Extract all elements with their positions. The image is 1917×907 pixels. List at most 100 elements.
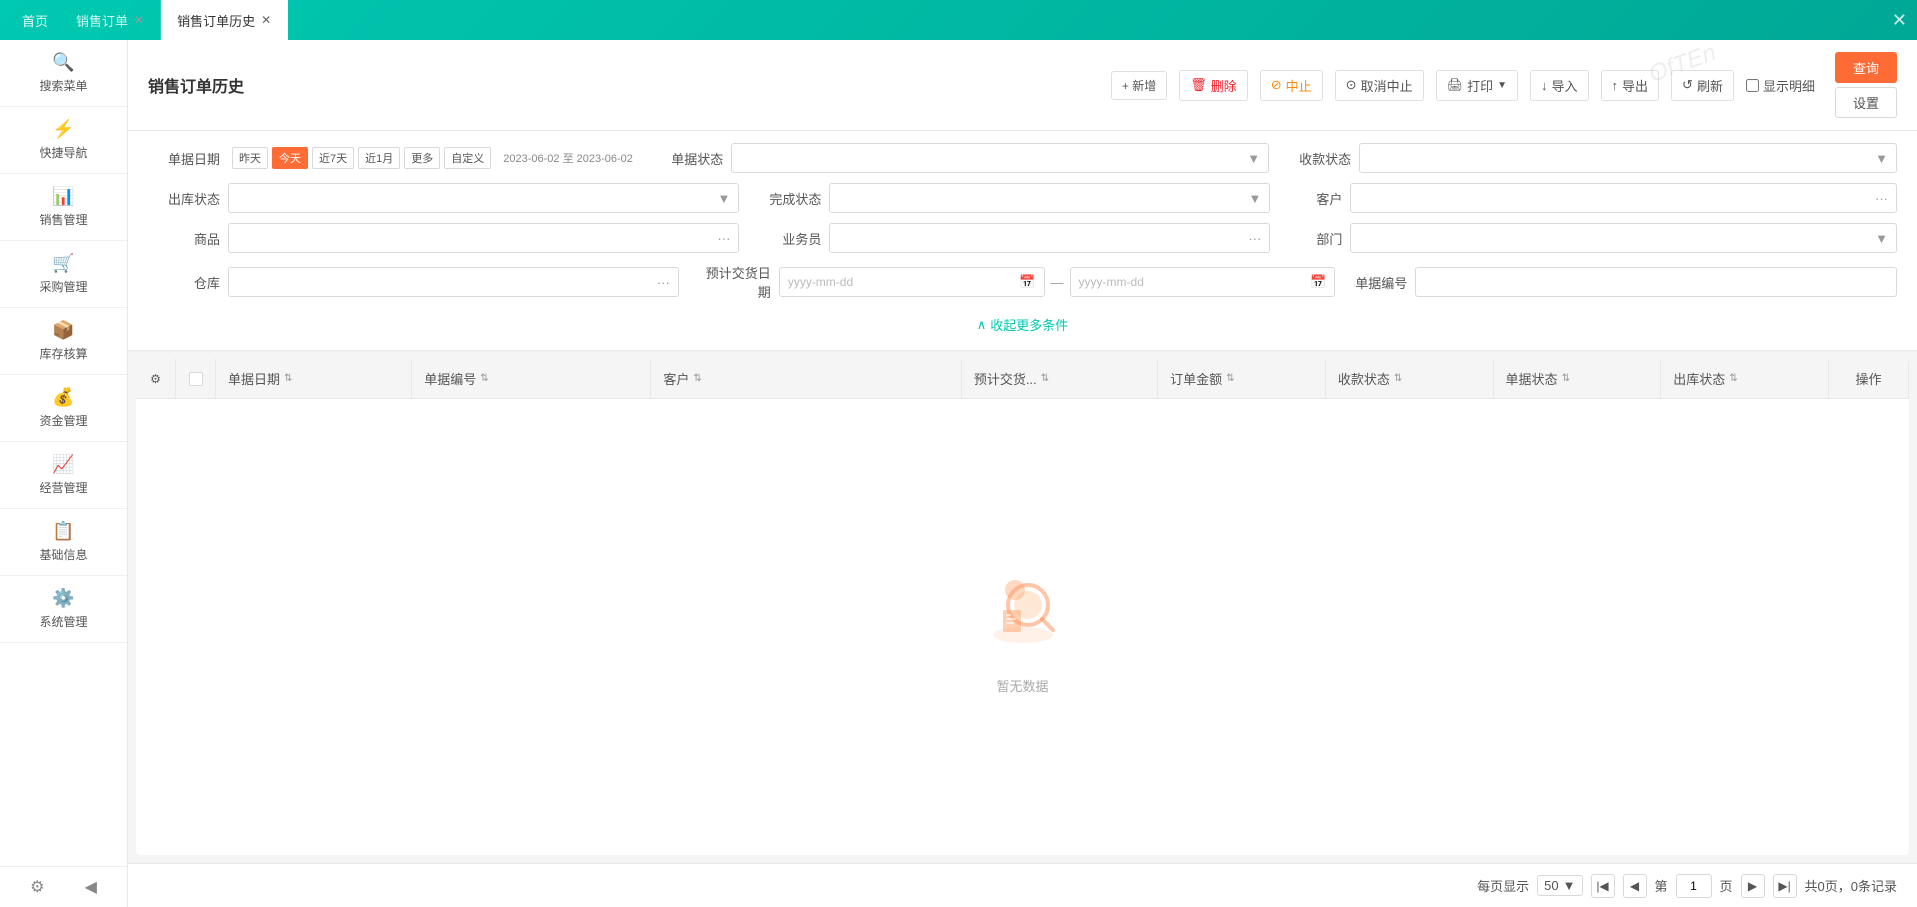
main-layout: 🔍 搜索菜单 ⚡ 快捷导航 📊 销售管理 🛒 采购管理 📦 库存核算 💰 资金管… (0, 40, 1917, 907)
btn-1month[interactable]: 近1月 (358, 147, 400, 169)
date-range-text: 2023-06-02 至 2023-06-02 (503, 150, 633, 166)
tab-sales-order[interactable]: 销售订单 ✕ (60, 0, 161, 40)
out-status-chevron-icon: ▼ (718, 191, 731, 206)
complete-status-chevron-icon: ▼ (1248, 191, 1261, 206)
sidebar-item-search[interactable]: 🔍 搜索菜单 (0, 40, 127, 107)
sidebar-item-purchase[interactable]: 🛒 采购管理 (0, 241, 127, 308)
customer-dots-icon[interactable]: ··· (1875, 191, 1888, 206)
th-client[interactable]: 客户 ⇅ (651, 359, 961, 398)
th-checkbox[interactable] (176, 359, 216, 398)
payment-status-select[interactable]: ▼ (1359, 143, 1897, 173)
th-out-status[interactable]: 出库状态 ⇅ (1661, 359, 1829, 398)
th-num[interactable]: 单据编号 ⇅ (412, 359, 651, 398)
warehouse-dots-icon[interactable]: ··· (657, 275, 670, 290)
th-delivery[interactable]: 预计交货... ⇅ (962, 359, 1158, 398)
delivery-date2-placeholder: yyyy-mm-dd (1079, 275, 1311, 289)
last-page-button[interactable]: ▶| (1773, 874, 1797, 898)
th-date[interactable]: 单据日期 ⇅ (216, 359, 412, 398)
sort-delivery-icon: ⇅ (1041, 373, 1049, 384)
window-close-button[interactable]: ✕ (1892, 10, 1907, 31)
sidebar-item-inventory[interactable]: 📦 库存核算 (0, 308, 127, 375)
tab-close-history[interactable]: ✕ (261, 13, 271, 27)
sort-doc-icon: ⇅ (1562, 373, 1570, 384)
calendar2-icon[interactable]: 📅 (1310, 274, 1326, 290)
btn-yesterday[interactable]: 昨天 (232, 147, 268, 169)
btn-more[interactable]: 更多 (404, 147, 440, 169)
th-amount[interactable]: 订单金额 ⇅ (1158, 359, 1326, 398)
refresh-button[interactable]: ↺ 刷新 (1671, 70, 1734, 101)
sidebar-item-sales[interactable]: 📊 销售管理 (0, 174, 127, 241)
first-page-button[interactable]: |◀ (1591, 874, 1615, 898)
page-header: 销售订单历史 + 新增 🗑 删除 ⊘ 中止 ⊙ 取消中止 🖨 打印 ▼ ↓ 导入 (128, 40, 1917, 131)
dept-select[interactable]: ▼ (1350, 223, 1897, 253)
tab-home[interactable]: 首页 (10, 11, 60, 30)
out-status-label: 出库状态 (148, 189, 228, 208)
doc-status-label: 单据状态 (661, 149, 731, 168)
sales-icon: 📊 (52, 186, 74, 207)
sidebar-item-operations[interactable]: 📈 经营管理 (0, 442, 127, 509)
pagination: 每页显示 50 ▼ |◀ ◀ 第 页 ▶ ▶| 共0页，0条记录 (128, 863, 1917, 907)
sidebar-item-basic-info[interactable]: 📋 基础信息 (0, 509, 127, 576)
salesman-dots-icon[interactable]: ··· (1248, 231, 1261, 246)
new-button[interactable]: + 新增 (1111, 71, 1167, 100)
sidebar-bottom: ⚙ ◀ (0, 866, 127, 907)
empty-state: 暂无数据 (136, 399, 1909, 855)
display-toggle[interactable]: 显示明细 (1746, 76, 1815, 95)
print-chevron-icon: ▼ (1497, 80, 1507, 91)
import-button[interactable]: ↓ 导入 (1530, 70, 1589, 101)
sidebar-item-finance[interactable]: 💰 资金管理 (0, 375, 127, 442)
import-icon: ↓ (1541, 78, 1548, 93)
sort-date-icon: ⇅ (284, 373, 292, 384)
header-checkbox[interactable] (189, 372, 203, 386)
print-icon: 🖨 (1447, 77, 1464, 93)
export-button[interactable]: ↑ 导出 (1601, 70, 1660, 101)
warehouse-label: 仓库 (148, 273, 228, 292)
dept-chevron-icon: ▼ (1875, 231, 1888, 246)
calendar1-icon[interactable]: 📅 (1019, 274, 1035, 290)
btn-7days[interactable]: 近7天 (312, 147, 354, 169)
sidebar-collapse-icon[interactable]: ◀ (85, 877, 97, 897)
next-page-button[interactable]: ▶ (1741, 874, 1765, 898)
inventory-icon: 📦 (52, 320, 74, 341)
btn-today[interactable]: 今天 (272, 147, 308, 169)
table-area: ⚙ 单据日期 ⇅ 单据编号 ⇅ 客户 ⇅ 预计交货... (136, 359, 1909, 855)
sidebar-item-system[interactable]: ⚙️ 系统管理 (0, 576, 127, 643)
complete-status-select[interactable]: ▼ (829, 183, 1270, 213)
collapse-btn[interactable]: ∧ 收起更多条件 (148, 311, 1897, 338)
filter-row-1: 单据日期 昨天 今天 近7天 近1月 更多 自定义 2023-06-02 至 2… (148, 143, 1897, 173)
tab-sales-order-history[interactable]: 销售订单历史 ✕ (161, 0, 288, 40)
per-page-select[interactable]: 50 ▼ (1537, 875, 1582, 896)
out-status-select[interactable]: ▼ (228, 183, 739, 213)
dept-label: 部门 (1290, 229, 1350, 248)
prev-page-button[interactable]: ◀ (1623, 874, 1647, 898)
customer-label: 客户 (1290, 189, 1350, 208)
th-settings[interactable]: ⚙ (136, 359, 176, 398)
refresh-icon: ↺ (1682, 77, 1693, 93)
print-button[interactable]: 🖨 打印 ▼ (1436, 70, 1518, 101)
query-button[interactable]: 查询 (1835, 52, 1897, 83)
goods-dots-icon[interactable]: ··· (717, 231, 730, 246)
sidebar-settings-icon[interactable]: ⚙ (30, 877, 44, 897)
sidebar-item-quicknav[interactable]: ⚡ 快捷导航 (0, 107, 127, 174)
th-doc-status[interactable]: 单据状态 ⇅ (1494, 359, 1662, 398)
per-page-label: 每页显示 (1477, 876, 1529, 895)
finance-icon: 💰 (52, 387, 74, 408)
doc-num-input[interactable] (1415, 267, 1897, 297)
sort-amount-icon: ⇅ (1226, 373, 1234, 384)
settings-button[interactable]: 设置 (1835, 87, 1897, 118)
cancel-stop-icon: ⊙ (1346, 77, 1357, 93)
cancel-stop-button[interactable]: ⊙ 取消中止 (1335, 70, 1424, 101)
page-suffix: 页 (1720, 876, 1733, 895)
btn-custom[interactable]: 自定义 (444, 147, 491, 169)
page-input[interactable] (1676, 874, 1712, 898)
table-header: ⚙ 单据日期 ⇅ 单据编号 ⇅ 客户 ⇅ 预计交货... (136, 359, 1909, 399)
sort-out-icon: ⇅ (1729, 373, 1737, 384)
display-toggle-checkbox[interactable] (1746, 79, 1759, 92)
stop-button[interactable]: ⊘ 中止 (1260, 70, 1323, 101)
delete-button[interactable]: 🗑 删除 (1179, 70, 1248, 101)
doc-status-select[interactable]: ▼ (731, 143, 1269, 173)
th-pay-status[interactable]: 收款状态 ⇅ (1326, 359, 1494, 398)
tab-close-sales-order[interactable]: ✕ (134, 13, 144, 27)
sort-client-icon: ⇅ (693, 373, 701, 384)
sort-num-icon: ⇅ (480, 373, 488, 384)
